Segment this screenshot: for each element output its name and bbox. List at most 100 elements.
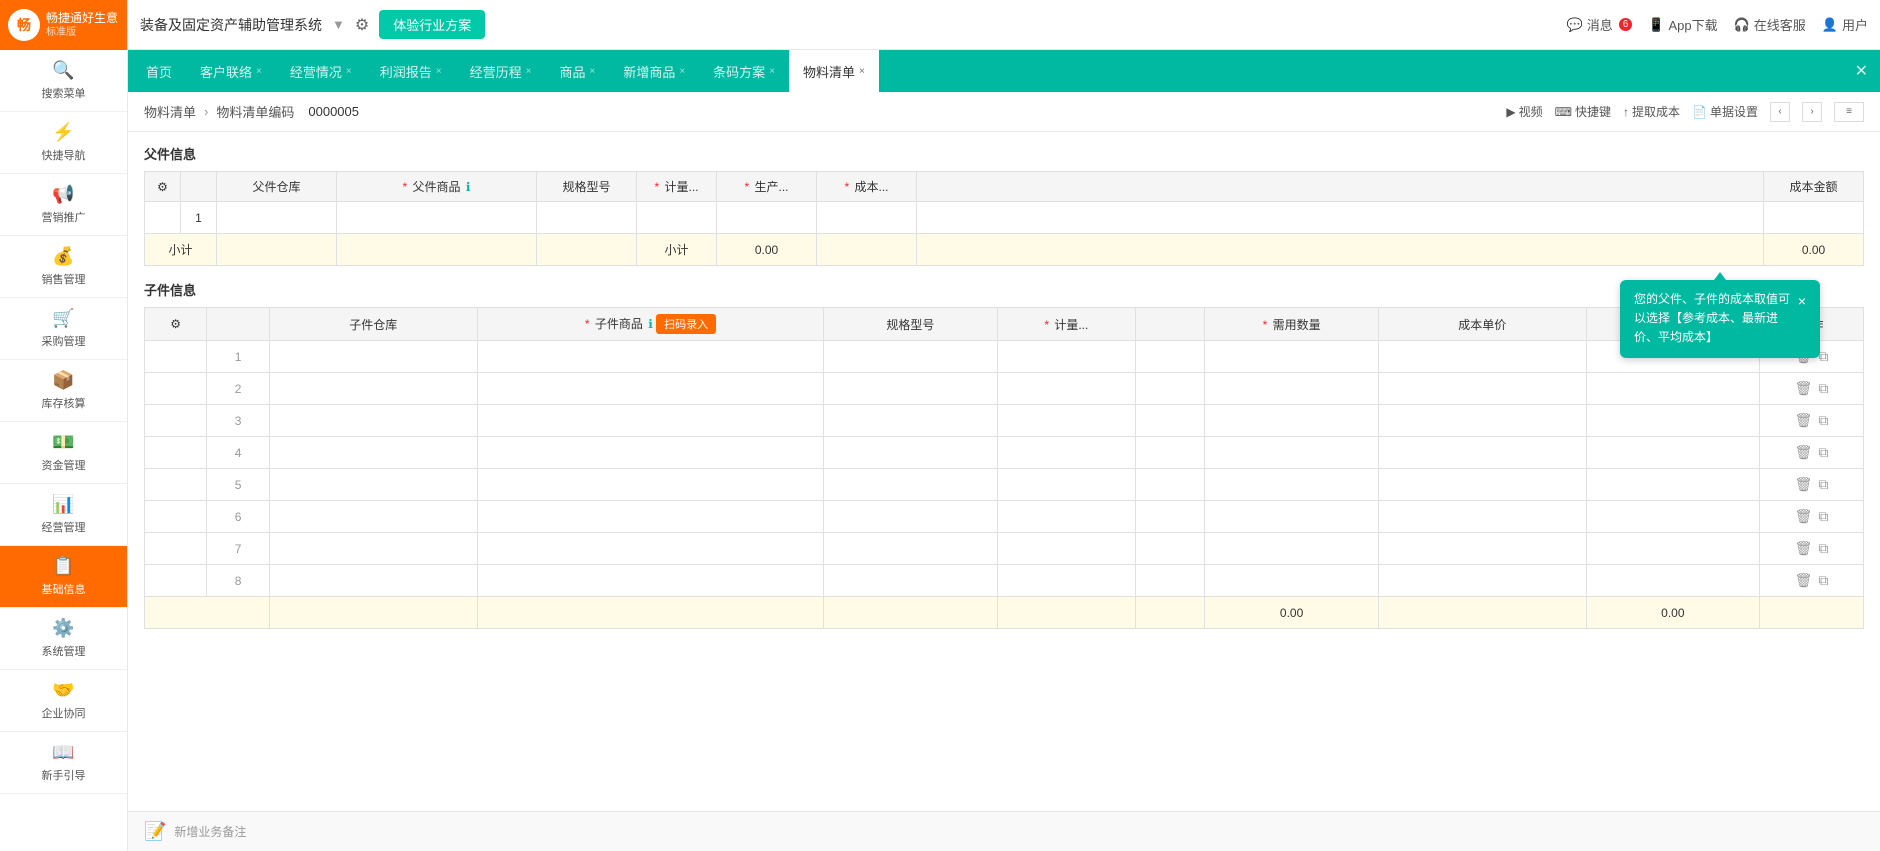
parent-row1-production[interactable] bbox=[717, 202, 817, 234]
delete-icon[interactable]: 🗑 bbox=[1795, 412, 1813, 429]
delete-icon[interactable]: 🗑 bbox=[1795, 476, 1813, 493]
sidebar-item-enterprise[interactable]: 🤝 企业协同 bbox=[0, 670, 127, 732]
child-row8-warehouse[interactable] bbox=[269, 565, 477, 597]
copy-icon[interactable]: ⧉ bbox=[1818, 508, 1828, 525]
tab-customer-close[interactable]: × bbox=[256, 66, 262, 77]
child-row8-product[interactable] bbox=[477, 565, 824, 597]
tab-bom-close[interactable]: × bbox=[859, 66, 865, 77]
child-row3-unitcost[interactable] bbox=[1378, 405, 1586, 437]
parent-row1-cost[interactable] bbox=[817, 202, 917, 234]
child-row6-unitcost[interactable] bbox=[1378, 501, 1586, 533]
child-row7-spec[interactable] bbox=[824, 533, 997, 565]
child-row7-warehouse[interactable] bbox=[269, 533, 477, 565]
child-row6-warehouse[interactable] bbox=[269, 501, 477, 533]
child-row7-product[interactable] bbox=[477, 533, 824, 565]
child-row4-spec[interactable] bbox=[824, 437, 997, 469]
child-row6-product[interactable] bbox=[477, 501, 824, 533]
child-row1-spec[interactable] bbox=[824, 341, 997, 373]
child-row6-unit[interactable] bbox=[997, 501, 1136, 533]
nav-prev-btn[interactable]: ‹ bbox=[1770, 102, 1790, 122]
sidebar-item-system[interactable]: ⚙️ 系统管理 bbox=[0, 608, 127, 670]
child-th-settings[interactable]: ⚙ bbox=[145, 308, 207, 341]
copy-icon[interactable]: ⧉ bbox=[1818, 572, 1828, 589]
copy-icon[interactable]: ⧉ bbox=[1818, 540, 1828, 557]
message-item[interactable]: 💬 消息 6 bbox=[1567, 15, 1633, 34]
child-row2-spec[interactable] bbox=[824, 373, 997, 405]
sidebar-item-finance[interactable]: 💵 资金管理 bbox=[0, 422, 127, 484]
child-row8-spec[interactable] bbox=[824, 565, 997, 597]
breadcrumb-bom[interactable]: 物料清单 bbox=[144, 102, 204, 121]
child-row7-qty[interactable] bbox=[1205, 533, 1378, 565]
tab-history[interactable]: 经营历程 × bbox=[456, 50, 546, 92]
tab-bom[interactable]: 物料清单 × bbox=[789, 50, 879, 92]
tab-products[interactable]: 商品 × bbox=[545, 50, 609, 92]
child-row5-product[interactable] bbox=[477, 469, 824, 501]
view-action[interactable]: ▶ 视频 bbox=[1506, 103, 1542, 120]
parent-row1-product[interactable] bbox=[337, 202, 537, 234]
child-row4-qty[interactable] bbox=[1205, 437, 1378, 469]
parent-row1-unit[interactable] bbox=[637, 202, 717, 234]
child-row1-unit[interactable] bbox=[997, 341, 1136, 373]
child-row5-spec[interactable] bbox=[824, 469, 997, 501]
tab-profit-close[interactable]: × bbox=[436, 66, 442, 77]
child-row2-product[interactable] bbox=[477, 373, 824, 405]
copy-icon[interactable]: ⧉ bbox=[1818, 444, 1828, 461]
child-row3-warehouse[interactable] bbox=[269, 405, 477, 437]
tooltip-close-btn[interactable]: × bbox=[1798, 290, 1806, 312]
child-row4-warehouse[interactable] bbox=[269, 437, 477, 469]
online-service-item[interactable]: 🎧 在线客服 bbox=[1734, 15, 1806, 34]
shortcut-action[interactable]: ⌨ 快捷键 bbox=[1555, 103, 1611, 120]
child-row7-unit[interactable] bbox=[997, 533, 1136, 565]
child-row5-unit[interactable] bbox=[997, 469, 1136, 501]
tab-operations[interactable]: 经营情况 × bbox=[276, 50, 366, 92]
global-close-icon[interactable]: ✕ bbox=[1847, 61, 1876, 81]
tab-products-close[interactable]: × bbox=[589, 66, 595, 77]
child-row5-qty[interactable] bbox=[1205, 469, 1378, 501]
parent-th-settings[interactable]: ⚙ bbox=[145, 172, 181, 202]
child-row8-unitcost[interactable] bbox=[1378, 565, 1586, 597]
child-row6-qty[interactable] bbox=[1205, 501, 1378, 533]
single-settings-action[interactable]: 📄 单据设置 bbox=[1692, 103, 1758, 120]
child-row5-warehouse[interactable] bbox=[269, 469, 477, 501]
delete-icon[interactable]: 🗑 bbox=[1795, 380, 1813, 397]
dropdown-arrow-icon[interactable]: ▼ bbox=[332, 17, 345, 32]
child-row5-unitcost[interactable] bbox=[1378, 469, 1586, 501]
child-row8-unit[interactable] bbox=[997, 565, 1136, 597]
app-download-item[interactable]: 📱 App下载 bbox=[1648, 15, 1717, 34]
delete-icon[interactable]: 🗑 bbox=[1795, 540, 1813, 557]
tab-new-product[interactable]: 新增商品 × bbox=[609, 50, 699, 92]
sidebar-item-quicknav[interactable]: ⚡ 快捷导航 bbox=[0, 112, 127, 174]
child-row3-qty[interactable] bbox=[1205, 405, 1378, 437]
delete-icon[interactable]: 🗑 bbox=[1795, 508, 1813, 525]
tab-barcode[interactable]: 条码方案 × bbox=[699, 50, 789, 92]
child-row2-unitcost[interactable] bbox=[1378, 373, 1586, 405]
child-row3-unit[interactable] bbox=[997, 405, 1136, 437]
tab-operations-close[interactable]: × bbox=[346, 66, 352, 77]
sidebar-item-guide[interactable]: 📖 新手引导 bbox=[0, 732, 127, 794]
parent-product-info-icon[interactable]: ℹ bbox=[466, 180, 471, 194]
child-row1-warehouse[interactable] bbox=[269, 341, 477, 373]
parent-row1-warehouse[interactable] bbox=[217, 202, 337, 234]
child-row4-unitcost[interactable] bbox=[1378, 437, 1586, 469]
child-row3-product[interactable] bbox=[477, 405, 824, 437]
child-row6-spec[interactable] bbox=[824, 501, 997, 533]
child-row2-warehouse[interactable] bbox=[269, 373, 477, 405]
child-row1-qty[interactable] bbox=[1205, 341, 1378, 373]
child-row4-unit[interactable] bbox=[997, 437, 1136, 469]
sidebar-item-inventory[interactable]: 📦 库存核算 bbox=[0, 360, 127, 422]
sidebar-item-operations[interactable]: 📊 经营管理 bbox=[0, 484, 127, 546]
nav-grid-btn[interactable]: ≡ bbox=[1834, 102, 1864, 122]
copy-icon[interactable]: ⧉ bbox=[1818, 476, 1828, 493]
child-product-info-icon[interactable]: ℹ bbox=[648, 317, 653, 331]
delete-icon[interactable]: 🗑 bbox=[1795, 444, 1813, 461]
child-row8-qty[interactable] bbox=[1205, 565, 1378, 597]
tab-history-close[interactable]: × bbox=[526, 66, 532, 77]
copy-icon[interactable]: ⧉ bbox=[1818, 412, 1828, 429]
child-row3-spec[interactable] bbox=[824, 405, 997, 437]
child-row7-unitcost[interactable] bbox=[1378, 533, 1586, 565]
tab-home[interactable]: 首页 bbox=[132, 50, 186, 92]
sidebar-item-purchase[interactable]: 🛒 采购管理 bbox=[0, 298, 127, 360]
child-row4-product[interactable] bbox=[477, 437, 824, 469]
child-row2-unit[interactable] bbox=[997, 373, 1136, 405]
user-item[interactable]: 👤 用户 bbox=[1822, 15, 1868, 34]
